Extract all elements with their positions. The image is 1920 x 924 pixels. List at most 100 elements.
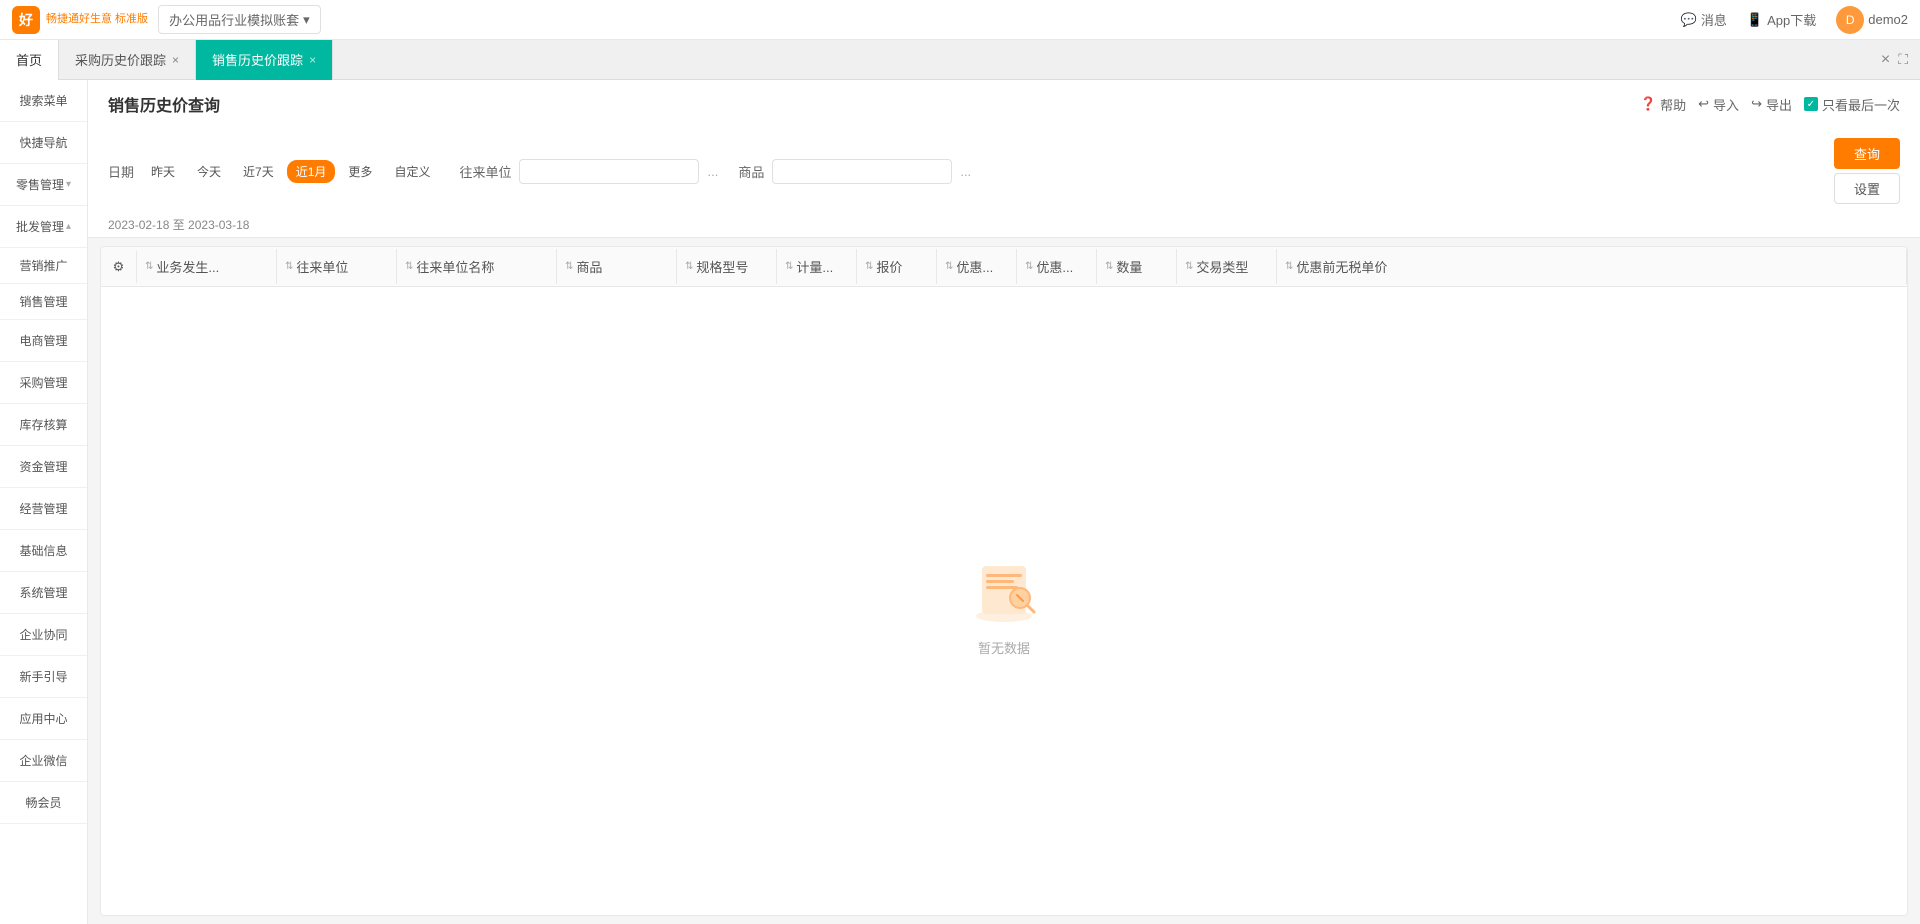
sort-icon: ⇅ <box>565 261 573 272</box>
col-pretax-price[interactable]: ⇅ 优惠前无税单价 <box>1277 249 1907 284</box>
col-discount2[interactable]: ⇅ 优惠... <box>1017 249 1097 284</box>
logo-text: 畅捷通好生意 标准版 <box>46 12 148 26</box>
checkbox-checked-icon: ✓ <box>1804 97 1818 111</box>
col-unit[interactable]: ⇅ 计量... <box>777 249 857 284</box>
export-icon: ↪ <box>1751 96 1762 112</box>
empty-state-icon <box>964 546 1044 626</box>
user-area[interactable]: D demo2 <box>1836 6 1908 34</box>
col-biz-date-label: 业务发生... <box>156 257 219 276</box>
sort-icon: ⇅ <box>1185 261 1193 272</box>
logo-area: 好 畅捷通好生意 标准版 <box>12 6 148 34</box>
col-partner-code[interactable]: ⇅ 往来单位 <box>277 249 397 284</box>
col-product[interactable]: ⇅ 商品 <box>557 249 677 284</box>
sidebar-item-sales-mgmt[interactable]: 销售管理 <box>0 284 87 320</box>
col-settings[interactable]: ⚙ <box>101 251 137 283</box>
sidebar: 搜索菜单 快捷导航 零售管理 ▾ 批发管理 ▴ 营销推广 销售管理 电商管理 采… <box>0 80 88 924</box>
sidebar-item-ecommerce-mgmt[interactable]: 电商管理 <box>0 320 87 362</box>
tab-purchase-history-close[interactable]: × <box>172 53 179 67</box>
date-btn-last1month[interactable]: 近1月 <box>287 160 336 183</box>
fullscreen-icon[interactable]: ⛶ <box>1898 51 1908 68</box>
close-window-icon[interactable]: × <box>1881 51 1890 69</box>
sidebar-item-app-center-label: 应用中心 <box>19 710 67 727</box>
col-discount1[interactable]: ⇅ 优惠... <box>937 249 1017 284</box>
col-quantity-label: 数量 <box>1116 257 1142 276</box>
date-btn-last7days[interactable]: 近7天 <box>234 160 283 183</box>
col-biz-date[interactable]: ⇅ 业务发生... <box>137 249 277 284</box>
date-btn-today[interactable]: 今天 <box>188 160 230 183</box>
sidebar-item-purchase-mgmt-label: 采购管理 <box>19 374 67 391</box>
sidebar-item-inventory[interactable]: 库存核算 <box>0 404 87 446</box>
export-button[interactable]: ↪ 导出 <box>1751 95 1792 114</box>
page-header: 销售历史价查询 ❓ 帮助 ↩ 导入 ↪ 导出 ✓ <box>88 80 1920 238</box>
col-product-label: 商品 <box>576 257 602 276</box>
top-header: 好 畅捷通好生意 标准版 办公用品行业模拟账套 ▾ 💬 消息 📱 App下载 D… <box>0 0 1920 40</box>
help-button[interactable]: ❓ 帮助 <box>1640 95 1686 114</box>
sort-icon: ⇅ <box>1025 261 1033 272</box>
sidebar-item-enterprise-wechat[interactable]: 企业微信 <box>0 740 87 782</box>
sidebar-item-enterprise-collab-label: 企业协同 <box>19 626 67 643</box>
col-partner-code-label: 往来单位 <box>296 257 348 276</box>
sidebar-item-finance-mgmt[interactable]: 资金管理 <box>0 446 87 488</box>
empty-state: 暂无数据 <box>101 287 1907 915</box>
sidebar-item-wholesale-mgmt[interactable]: 批发管理 ▴ <box>0 206 87 248</box>
sidebar-item-inventory-label: 库存核算 <box>19 416 67 433</box>
sidebar-item-beginner-guide[interactable]: 新手引导 <box>0 656 87 698</box>
partner-input[interactable] <box>519 159 699 184</box>
tab-bar-actions: × ⛶ <box>1881 51 1920 69</box>
sidebar-item-enterprise-collab[interactable]: 企业协同 <box>0 614 87 656</box>
col-trade-type[interactable]: ⇅ 交易类型 <box>1177 249 1277 284</box>
col-spec[interactable]: ⇅ 规格型号 <box>677 249 777 284</box>
settings-button[interactable]: 设置 <box>1834 173 1900 204</box>
tab-purchase-history[interactable]: 采购历史价跟踪 × <box>59 40 196 80</box>
col-partner-name[interactable]: ⇅ 往来单位名称 <box>397 249 557 284</box>
partner-dots[interactable]: ... <box>707 164 718 179</box>
product-dots[interactable]: ... <box>960 164 971 179</box>
sidebar-item-vip-member[interactable]: 畅会员 <box>0 782 87 824</box>
sidebar-item-quick-nav[interactable]: 快捷导航 <box>0 122 87 164</box>
date-btn-more[interactable]: 更多 <box>339 160 381 183</box>
sidebar-item-finance-mgmt-label: 资金管理 <box>19 458 67 475</box>
sidebar-item-operations-mgmt[interactable]: 经营管理 <box>0 488 87 530</box>
message-label: 消息 <box>1701 10 1727 29</box>
sidebar-item-marketing[interactable]: 营销推广 <box>0 248 87 284</box>
sort-icon: ⇅ <box>685 261 693 272</box>
import-button[interactable]: ↩ 导入 <box>1698 95 1739 114</box>
col-pretax-price-label: 优惠前无税单价 <box>1296 257 1387 276</box>
sidebar-item-purchase-mgmt[interactable]: 采购管理 <box>0 362 87 404</box>
sidebar-item-ecommerce-mgmt-label: 电商管理 <box>19 332 67 349</box>
sidebar-item-search-menu[interactable]: 搜索菜单 <box>0 80 87 122</box>
date-filter-label: 日期 <box>108 162 134 181</box>
date-range-display: 2023-02-18 至 2023-03-18 <box>108 216 1900 237</box>
filter-bar: 日期 昨天 今天 近7天 近1月 更多 自定义 往来单位 ... <box>108 128 1900 216</box>
tab-sales-history-label: 销售历史价跟踪 <box>212 50 303 69</box>
app-selector[interactable]: 办公用品行业模拟账套 ▾ <box>158 5 321 34</box>
tab-purchase-history-label: 采购历史价跟踪 <box>75 50 166 69</box>
sidebar-item-retail-mgmt[interactable]: 零售管理 ▾ <box>0 164 87 206</box>
tab-sales-history-close[interactable]: × <box>309 53 316 67</box>
sidebar-item-app-center[interactable]: 应用中心 <box>0 698 87 740</box>
import-icon: ↩ <box>1698 96 1709 112</box>
col-quoted-price-label: 报价 <box>876 257 902 276</box>
date-btn-custom[interactable]: 自定义 <box>385 160 439 183</box>
message-button[interactable]: 💬 消息 <box>1681 10 1727 29</box>
product-input[interactable] <box>772 159 952 184</box>
sidebar-item-basic-info[interactable]: 基础信息 <box>0 530 87 572</box>
tab-home[interactable]: 首页 <box>0 40 59 80</box>
col-quantity[interactable]: ⇅ 数量 <box>1097 249 1177 284</box>
col-quoted-price[interactable]: ⇅ 报价 <box>857 249 937 284</box>
product-filter-group: 商品 ... <box>738 159 971 184</box>
data-table: ⚙ ⇅ 业务发生... ⇅ 往来单位 ⇅ 往来单位名称 ⇅ 商品 <box>100 246 1908 916</box>
date-btn-yesterday[interactable]: 昨天 <box>142 160 184 183</box>
help-icon: ❓ <box>1640 96 1656 112</box>
app-download-button[interactable]: 📱 App下载 <box>1747 10 1816 29</box>
tab-sales-history[interactable]: 销售历史价跟踪 × <box>196 40 333 80</box>
col-unit-label: 计量... <box>796 257 833 276</box>
checkbox-label-text: 只看最后一次 <box>1822 95 1900 114</box>
sidebar-item-system-mgmt[interactable]: 系统管理 <box>0 572 87 614</box>
query-actions: 查询 设置 <box>1834 138 1900 204</box>
query-button[interactable]: 查询 <box>1834 138 1900 169</box>
sidebar-item-quick-nav-label: 快捷导航 <box>19 134 67 151</box>
last-record-checkbox[interactable]: ✓ 只看最后一次 <box>1804 95 1900 114</box>
sidebar-item-beginner-guide-label: 新手引导 <box>19 668 67 685</box>
page-title-row: 销售历史价查询 ❓ 帮助 ↩ 导入 ↪ 导出 ✓ <box>108 92 1900 116</box>
